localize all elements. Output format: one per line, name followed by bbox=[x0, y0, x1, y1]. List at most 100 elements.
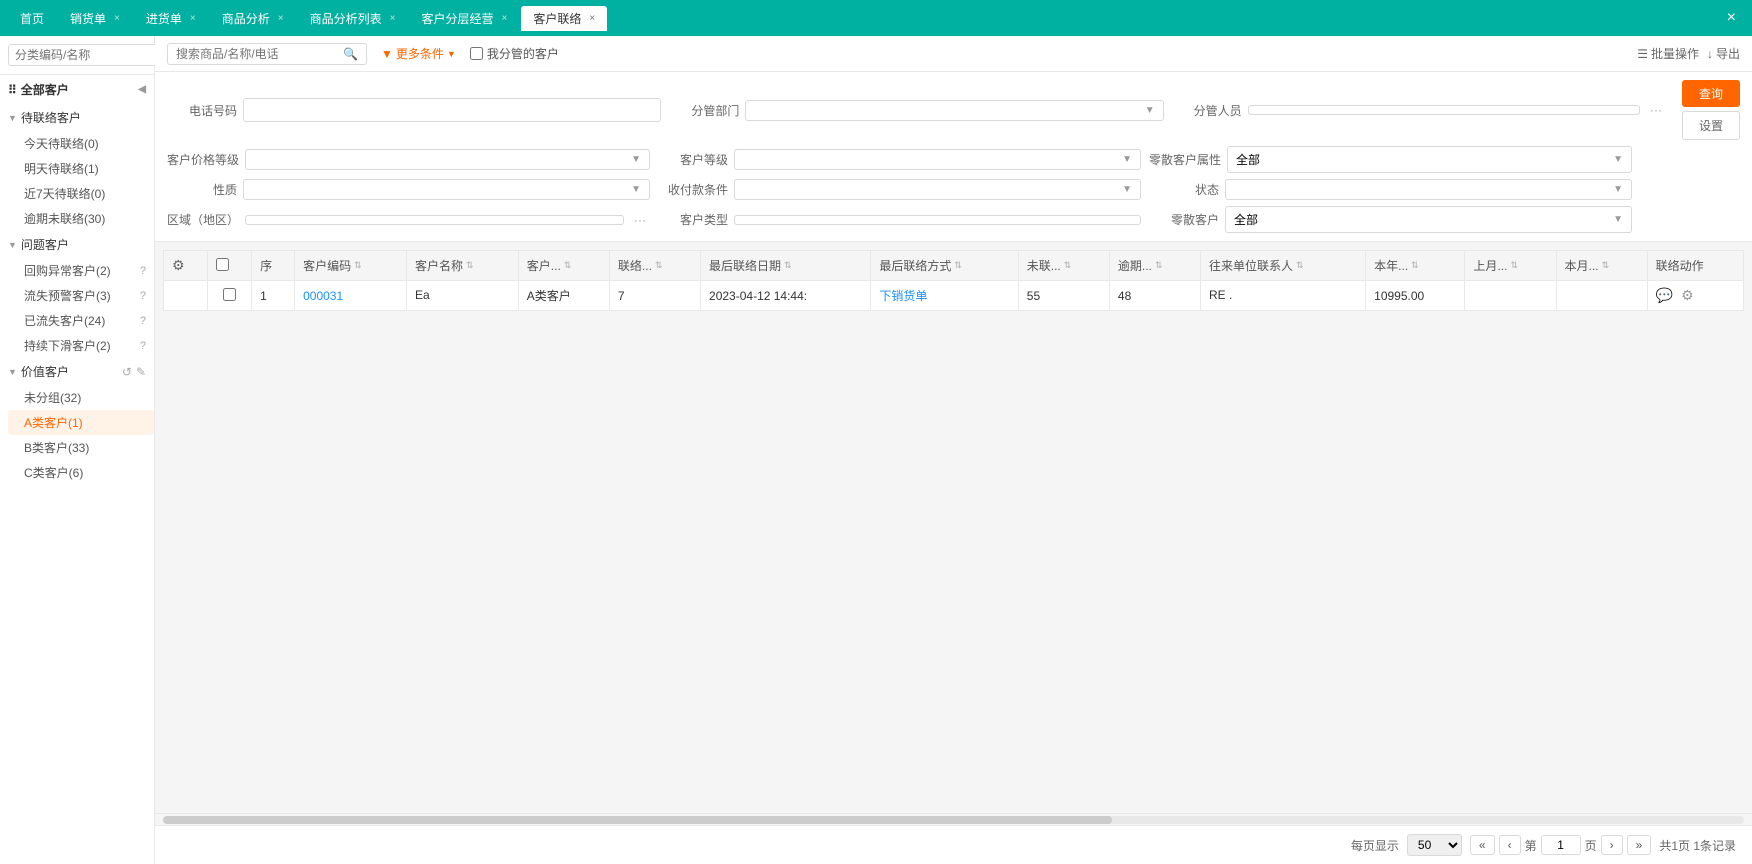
tomorrow-contact-label: 明天待联络(1) bbox=[24, 160, 99, 177]
nav-customer-contact-label: 客户联络 bbox=[533, 10, 581, 27]
th-uncontacted-label: 未联... bbox=[1027, 257, 1061, 274]
churned-question-icon: ? bbox=[140, 315, 146, 327]
last-page-button[interactable]: » bbox=[1627, 835, 1652, 855]
sidebar-item-declining[interactable]: 持续下滑客户(2) ? bbox=[8, 333, 154, 358]
sidebar-item-7day-contact[interactable]: 近7天待联络(0) bbox=[8, 181, 154, 206]
sidebar-item-churn-warning[interactable]: 流失预警客户(3) ? bbox=[8, 283, 154, 308]
th-liaison-sort-icon[interactable]: ⇅ bbox=[655, 260, 663, 271]
value-customers-refresh-icon[interactable]: ↺ bbox=[122, 365, 132, 379]
setting-button[interactable]: 设置 bbox=[1682, 111, 1740, 140]
my-customers-label: 我分管的客户 bbox=[487, 45, 559, 62]
nav-product-analysis-close[interactable]: × bbox=[278, 13, 284, 24]
filter-retail-attr-select[interactable]: 全部 ▼ bbox=[1227, 146, 1632, 173]
th-code-sort-icon[interactable]: ⇅ bbox=[354, 260, 362, 271]
th-company-contact-sort-icon[interactable]: ⇅ bbox=[1296, 260, 1304, 271]
filter-customer-grade-select[interactable]: ▼ bbox=[734, 149, 1141, 170]
nav-customer-seg[interactable]: 客户分层经营 × bbox=[409, 6, 519, 31]
select-all-checkbox[interactable] bbox=[216, 258, 229, 271]
prev-page-button[interactable]: ‹ bbox=[1499, 835, 1521, 855]
filter-price-grade-select[interactable]: ▼ bbox=[245, 149, 650, 170]
sidebar-item-class-c[interactable]: C类客户(6) bbox=[8, 460, 154, 485]
toolbar-search-input[interactable] bbox=[176, 47, 339, 61]
sidebar-pending-contact-header[interactable]: ▼ 待联络客户 bbox=[0, 104, 154, 131]
next-page-button[interactable]: › bbox=[1601, 835, 1623, 855]
sidebar-collapse-icon[interactable]: ◀ bbox=[138, 84, 146, 95]
sidebar-search-input[interactable] bbox=[8, 44, 177, 66]
sidebar-item-class-a[interactable]: A类客户(1) bbox=[8, 410, 154, 435]
th-last-contact-date-sort-icon[interactable]: ⇅ bbox=[784, 260, 792, 271]
sidebar-item-churned[interactable]: 已流失客户(24) ? bbox=[8, 308, 154, 333]
scrollbar-thumb[interactable] bbox=[163, 816, 1112, 824]
row-settings-icon[interactable]: ⚙ bbox=[1681, 287, 1694, 304]
class-c-label: C类客户(6) bbox=[24, 464, 83, 481]
th-name-sort-icon[interactable]: ⇅ bbox=[466, 260, 474, 271]
batch-op-button[interactable]: ☰ 批量操作 bbox=[1637, 45, 1699, 62]
toolbar-search-box[interactable]: 🔍 bbox=[167, 43, 367, 65]
sidebar-item-overdue-contact[interactable]: 逾期未联络(30) bbox=[8, 206, 154, 231]
filter-manager-select[interactable] bbox=[1248, 105, 1640, 115]
filter-region-more[interactable]: ··· bbox=[630, 213, 650, 227]
nav-purchase-close[interactable]: × bbox=[190, 13, 196, 24]
row-comment-icon[interactable]: 💬 bbox=[1656, 287, 1673, 304]
filter-retail-customer-select[interactable]: 全部 ▼ bbox=[1225, 206, 1632, 233]
toolbar-search-icon[interactable]: 🔍 bbox=[343, 47, 358, 61]
query-button[interactable]: 查询 bbox=[1682, 80, 1740, 107]
nav-customer-contact[interactable]: 客户联络 × bbox=[521, 6, 607, 31]
filter-status-select[interactable]: ▼ bbox=[1225, 179, 1632, 200]
row-checkbox[interactable] bbox=[223, 288, 236, 301]
filter-more-btn[interactable]: ▼ 更多条件 ▼ bbox=[375, 42, 462, 65]
page-input[interactable] bbox=[1541, 835, 1581, 855]
sidebar-item-ungraded[interactable]: 未分组(32) bbox=[8, 385, 154, 410]
nav-product-list[interactable]: 商品分析列表 × bbox=[298, 6, 408, 31]
filter-customer-type-select[interactable] bbox=[734, 215, 1141, 225]
th-customer-class-sort-icon[interactable]: ⇅ bbox=[564, 260, 572, 271]
table-settings-gear-icon[interactable]: ⚙ bbox=[172, 257, 185, 273]
data-table: ⚙ 序 客户编码 ⇅ bbox=[163, 250, 1744, 311]
td-code[interactable]: 000031 bbox=[295, 281, 407, 311]
row-last-contact-method-link[interactable]: 下销货单 bbox=[879, 289, 927, 303]
per-page-select[interactable]: 50 100 200 bbox=[1407, 834, 1462, 856]
sidebar-value-customers-header[interactable]: ▼ 价值客户 ↺ ✎ bbox=[0, 358, 154, 385]
nav-home[interactable]: 首页 bbox=[8, 6, 56, 31]
th-this-year-sort-icon[interactable]: ⇅ bbox=[1411, 260, 1419, 271]
my-customers-checkbox[interactable] bbox=[470, 47, 483, 60]
nav-purchase[interactable]: 进货单 × bbox=[134, 6, 208, 31]
sidebar-item-repurchase-abnormal[interactable]: 回购异常客户(2) ? bbox=[8, 258, 154, 283]
th-uncontacted-sort-icon[interactable]: ⇅ bbox=[1064, 260, 1072, 271]
sidebar-item-class-b[interactable]: B类客户(33) bbox=[8, 435, 154, 460]
close-app-button[interactable]: × bbox=[1719, 5, 1744, 31]
th-last-month-sort-icon[interactable]: ⇅ bbox=[1510, 260, 1518, 271]
filter-price-grade-arrow: ▼ bbox=[631, 154, 641, 165]
nav-sales-close[interactable]: × bbox=[114, 13, 120, 24]
filter-region-select[interactable] bbox=[245, 215, 624, 225]
th-this-month-sort-icon[interactable]: ⇅ bbox=[1602, 260, 1610, 271]
my-customers-checkbox-label[interactable]: 我分管的客户 bbox=[470, 45, 559, 62]
value-customers-edit-icon[interactable]: ✎ bbox=[136, 365, 146, 379]
sidebar-item-today-contact[interactable]: 今天待联络(0) bbox=[8, 131, 154, 156]
sidebar-problem-customers-header[interactable]: ▼ 问题客户 bbox=[0, 231, 154, 258]
sidebar-all-customers[interactable]: ⠿ 全部客户 ◀ bbox=[0, 75, 154, 104]
filter-manager: 分管人员 ··· bbox=[1172, 102, 1666, 119]
filter-dept-select[interactable]: ▼ bbox=[745, 100, 1163, 121]
sidebar-item-tomorrow-contact[interactable]: 明天待联络(1) bbox=[8, 156, 154, 181]
export-button[interactable]: ↓ 导出 bbox=[1707, 45, 1740, 62]
nav-product-analysis[interactable]: 商品分析 × bbox=[210, 6, 296, 31]
nav-customer-contact-close[interactable]: × bbox=[589, 13, 595, 24]
filter-manager-more[interactable]: ··· bbox=[1646, 103, 1666, 117]
th-overdue-sort-icon[interactable]: ⇅ bbox=[1155, 260, 1163, 271]
nav-sales-label: 销货单 bbox=[70, 10, 106, 27]
problem-customers-items: 回购异常客户(2) ? 流失预警客户(3) ? 已流失客户(24) ? 持续下滑… bbox=[8, 258, 154, 358]
nav-product-list-close[interactable]: × bbox=[390, 13, 396, 24]
nav-sales[interactable]: 销货单 × bbox=[58, 6, 132, 31]
first-page-button[interactable]: « bbox=[1470, 835, 1495, 855]
th-actions: 联络动作 bbox=[1647, 251, 1743, 281]
nav-customer-seg-close[interactable]: × bbox=[501, 13, 507, 24]
filter-payment-select[interactable]: ▼ bbox=[734, 179, 1141, 200]
filter-nature-select[interactable]: ▼ bbox=[243, 179, 650, 200]
row-action-buttons: 💬 ⚙ bbox=[1656, 287, 1735, 304]
th-last-contact-method-sort-icon[interactable]: ⇅ bbox=[954, 260, 962, 271]
row-code-link[interactable]: 000031 bbox=[303, 289, 343, 303]
filter-phone-input[interactable] bbox=[243, 98, 661, 122]
row-company-contact: RE . bbox=[1209, 288, 1259, 304]
horizontal-scrollbar[interactable] bbox=[155, 813, 1752, 825]
